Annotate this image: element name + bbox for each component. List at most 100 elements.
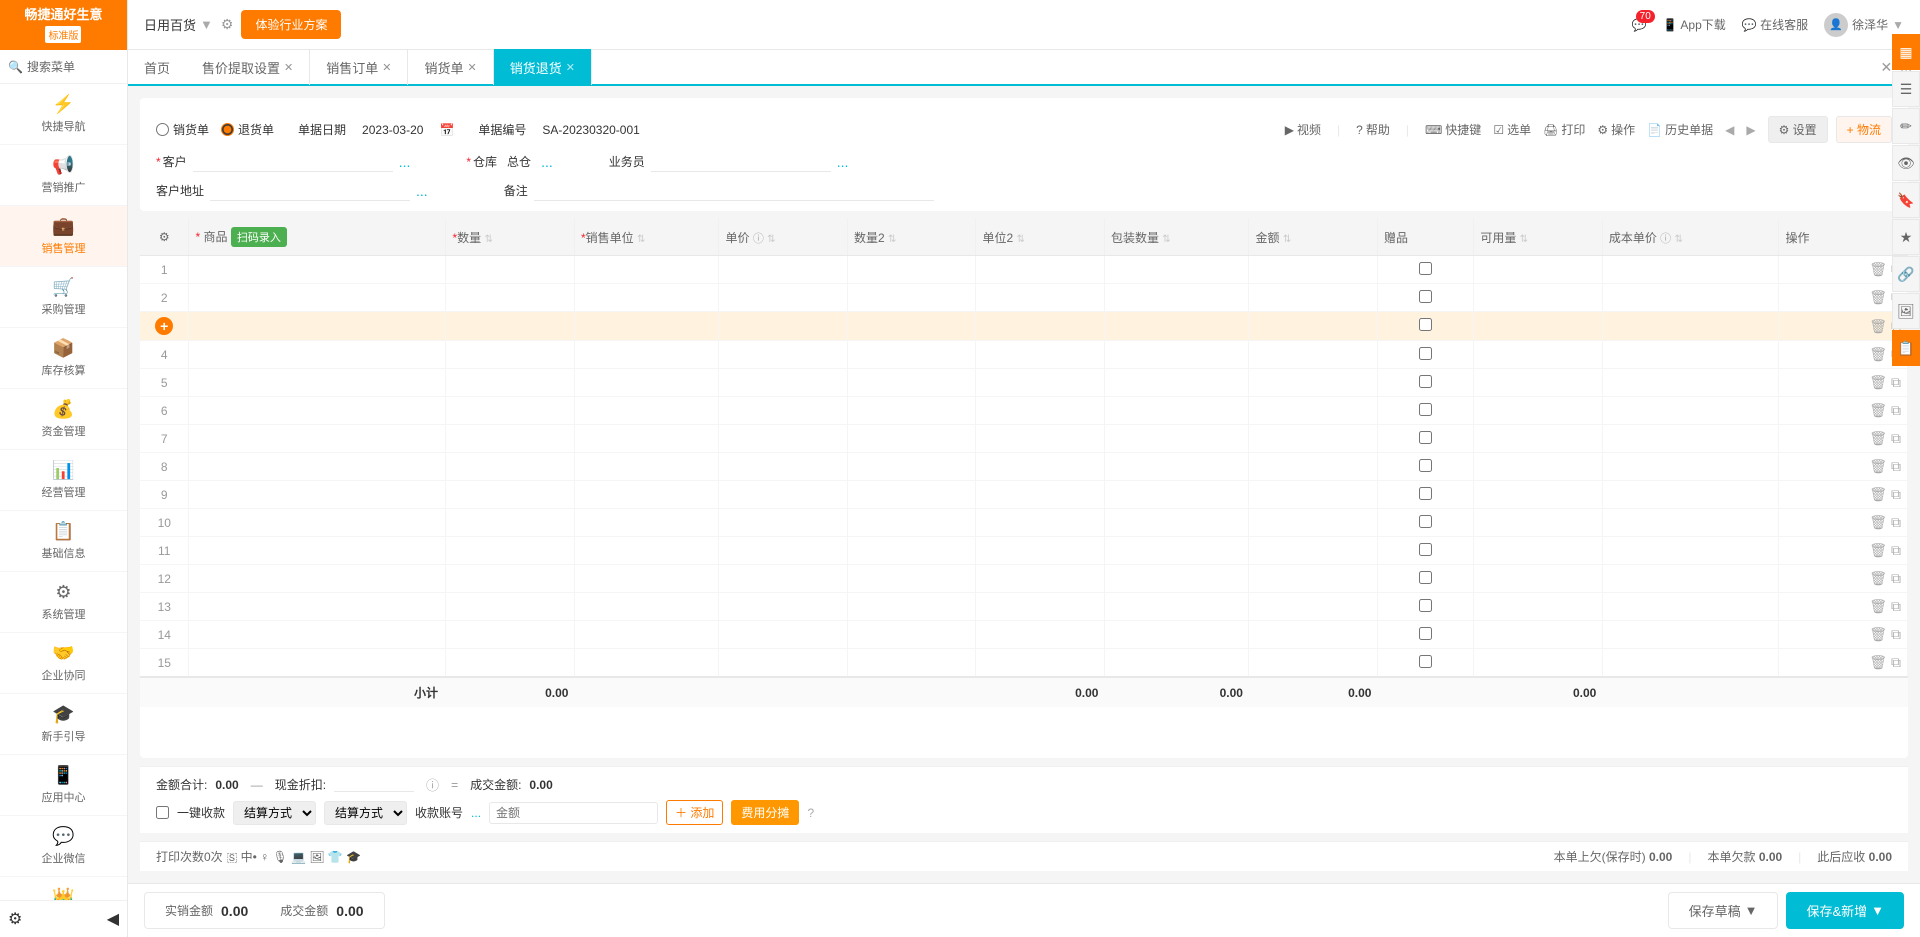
- row-delete-10[interactable]: 🗑: [1869, 514, 1887, 531]
- row-sales-unit-9[interactable]: [574, 481, 719, 509]
- row-available-5[interactable]: [1474, 369, 1602, 397]
- account-ellipsis[interactable]: ...: [471, 806, 481, 820]
- calendar-icon[interactable]: 📅: [439, 123, 454, 137]
- row-delete-12[interactable]: 🗑: [1869, 570, 1887, 587]
- row-amount-3[interactable]: [1249, 312, 1377, 341]
- row-delete-1[interactable]: 🗑: [1869, 261, 1887, 278]
- row-unit-price-8[interactable]: [719, 453, 847, 481]
- row-copy-11[interactable]: ⧉: [1891, 542, 1901, 559]
- row-copy-6[interactable]: ⧉: [1891, 402, 1901, 419]
- tab-sales-order-close[interactable]: ✕: [382, 61, 391, 74]
- row-unit-price-15[interactable]: [719, 649, 847, 678]
- row-amount-7[interactable]: [1249, 425, 1377, 453]
- row-unit2-3[interactable]: [976, 312, 1104, 341]
- row-pack-qty-13[interactable]: [1104, 593, 1249, 621]
- product-input-1[interactable]: [195, 263, 439, 277]
- row-available-10[interactable]: [1474, 509, 1602, 537]
- tab-price-setting-close[interactable]: ✕: [284, 61, 293, 74]
- gift-checkbox-1[interactable]: [1419, 262, 1432, 275]
- row-unit2-2[interactable]: [976, 284, 1104, 312]
- row-amount-12[interactable]: [1249, 565, 1377, 593]
- row-pack-qty-1[interactable]: [1104, 256, 1249, 284]
- row-delete-4[interactable]: 🗑: [1869, 346, 1887, 363]
- sidebar-item-shortcut[interactable]: ⚡ 快捷导航: [0, 84, 127, 145]
- rf-grid-view[interactable]: ▦: [1892, 34, 1920, 70]
- salesperson-input[interactable]: [651, 151, 831, 172]
- sidebar-item-operations[interactable]: 📊 经营管理: [0, 450, 127, 511]
- row-unit-price-12[interactable]: [719, 565, 847, 593]
- row-qty2-15[interactable]: [847, 649, 975, 678]
- gift-checkbox-15[interactable]: [1419, 655, 1432, 668]
- row-qty2-4[interactable]: [847, 341, 975, 369]
- nav-next[interactable]: ▶: [1746, 123, 1755, 137]
- row-qty2-7[interactable]: [847, 425, 975, 453]
- row-amount-1[interactable]: [1249, 256, 1377, 284]
- gift-checkbox-5[interactable]: [1419, 375, 1432, 388]
- sidebar-item-newbie[interactable]: 🎓 新手引导: [0, 694, 127, 755]
- sidebar-settings-icon[interactable]: ⚙: [8, 909, 22, 929]
- row-copy-9[interactable]: ⧉: [1891, 486, 1901, 503]
- row-sales-unit-7[interactable]: [574, 425, 719, 453]
- row-quantity-12[interactable]: [446, 565, 574, 593]
- notification-bell[interactable]: 💬 70: [1632, 18, 1647, 32]
- row-quantity-14[interactable]: [446, 621, 574, 649]
- rf-image[interactable]: 🖼: [1892, 293, 1920, 329]
- row-pack-qty-12[interactable]: [1104, 565, 1249, 593]
- row-unit2-15[interactable]: [976, 649, 1104, 678]
- gift-checkbox-14[interactable]: [1419, 627, 1432, 640]
- row-amount-8[interactable]: [1249, 453, 1377, 481]
- online-service-link[interactable]: 💬 在线客服: [1742, 16, 1808, 33]
- row-available-11[interactable]: [1474, 537, 1602, 565]
- tab-sales-delivery[interactable]: 销货单 ✕: [408, 49, 493, 85]
- sidebar-item-weixin[interactable]: 💬 企业微信: [0, 816, 127, 877]
- select-link[interactable]: ☑ 选单: [1493, 121, 1531, 138]
- product-input-11[interactable]: [195, 544, 439, 558]
- warehouse-ellipsis[interactable]: ...: [541, 154, 553, 170]
- row-cost-price-5[interactable]: [1602, 369, 1779, 397]
- sidebar-item-inventory[interactable]: 📦 库存核算: [0, 328, 127, 389]
- row-cost-price-4[interactable]: [1602, 341, 1779, 369]
- row-sales-unit-8[interactable]: [574, 453, 719, 481]
- row-available-7[interactable]: [1474, 425, 1602, 453]
- row-sales-unit-15[interactable]: [574, 649, 719, 678]
- sidebar-item-system[interactable]: ⚙ 系统管理: [0, 572, 127, 633]
- row-unit2-4[interactable]: [976, 341, 1104, 369]
- row-pack-qty-11[interactable]: [1104, 537, 1249, 565]
- gift-checkbox-6[interactable]: [1419, 403, 1432, 416]
- tab-sales-delivery-close[interactable]: ✕: [468, 61, 477, 74]
- sidebar-item-basic[interactable]: 📋 基础信息: [0, 511, 127, 572]
- sidebar-item-app[interactable]: 📱 应用中心: [0, 755, 127, 816]
- sidebar-item-purchase[interactable]: 🛒 采购管理: [0, 267, 127, 328]
- rf-eye[interactable]: 👁: [1892, 145, 1920, 181]
- save-new-dropdown-icon[interactable]: ▼: [1871, 903, 1884, 918]
- print-link[interactable]: 🖨 打印: [1543, 121, 1585, 138]
- product-input-3[interactable]: [195, 319, 439, 333]
- add-button[interactable]: ＋ 添加: [666, 800, 723, 825]
- row-cost-price-8[interactable]: [1602, 453, 1779, 481]
- row-unit-price-3[interactable]: [719, 312, 847, 341]
- row-quantity-6[interactable]: [446, 397, 574, 425]
- trial-button[interactable]: 体验行业方案: [241, 10, 341, 39]
- row-pack-qty-14[interactable]: [1104, 621, 1249, 649]
- row-sales-unit-13[interactable]: [574, 593, 719, 621]
- operate-link[interactable]: ⚙ 操作: [1597, 121, 1635, 138]
- product-input-14[interactable]: [195, 628, 439, 642]
- row-product-3[interactable]: [189, 312, 446, 341]
- tab-sales-return-close[interactable]: ✕: [566, 61, 575, 74]
- row-unit-price-13[interactable]: [719, 593, 847, 621]
- row-unit2-13[interactable]: [976, 593, 1104, 621]
- row-unit-price-9[interactable]: [719, 481, 847, 509]
- row-cost-price-2[interactable]: [1602, 284, 1779, 312]
- row-sales-unit-11[interactable]: [574, 537, 719, 565]
- row-pack-qty-7[interactable]: [1104, 425, 1249, 453]
- tab-price-setting[interactable]: 售价提取设置 ✕: [186, 49, 310, 85]
- row-cost-price-9[interactable]: [1602, 481, 1779, 509]
- row-copy-10[interactable]: ⧉: [1891, 514, 1901, 531]
- row-cost-price-1[interactable]: [1602, 256, 1779, 284]
- row-product-4[interactable]: [189, 341, 446, 369]
- radio-return-input[interactable]: [221, 123, 234, 136]
- history-link[interactable]: 📄 历史单据: [1647, 121, 1713, 138]
- row-qty2-6[interactable]: [847, 397, 975, 425]
- row-qty2-14[interactable]: [847, 621, 975, 649]
- calc-method-select[interactable]: 结算方式: [233, 801, 316, 825]
